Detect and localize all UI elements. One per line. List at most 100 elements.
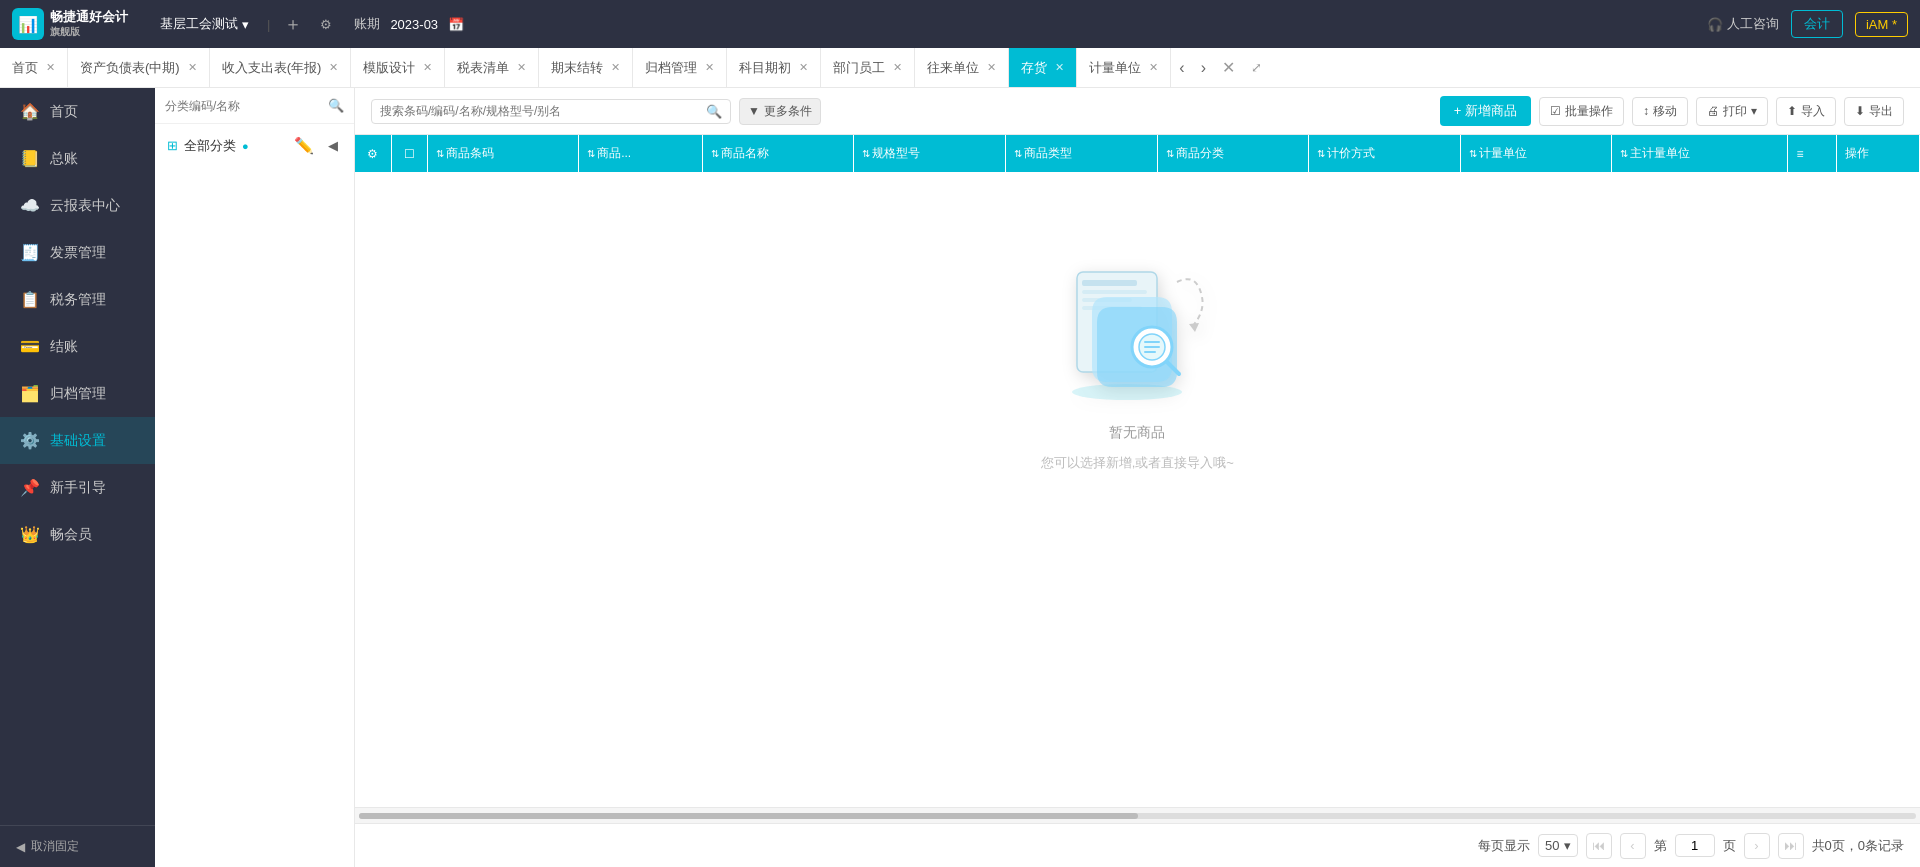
th-type[interactable]: ⇅商品类型 [1005, 135, 1157, 172]
tab-close-icon[interactable]: ✕ [611, 61, 620, 74]
tab-close-icon[interactable]: ✕ [799, 61, 808, 74]
horizontal-scrollbar[interactable] [355, 807, 1920, 823]
product-table: ⚙ ☐ ⇅商品条码 ⇅商品... ⇅商品名称 ⇅规格型号 ⇅商品类型 ⇅商品分类… [355, 135, 1920, 552]
tax-icon: 📋 [20, 290, 40, 309]
tab-inventory[interactable]: 存货 ✕ [1009, 48, 1077, 88]
iam-badge[interactable]: iAM * [1855, 12, 1908, 37]
tab-next-btn[interactable]: › [1193, 48, 1214, 88]
unfix-btn[interactable]: ◀ 取消固定 [16, 838, 139, 855]
filter-btn[interactable]: ▼ 更多条件 [739, 98, 821, 125]
print-dropdown-icon: ▾ [1751, 104, 1757, 118]
import-btn[interactable]: ⬆ 导入 [1776, 97, 1836, 126]
sidebar-item-home[interactable]: 🏠 首页 [0, 88, 155, 135]
tab-close-icon[interactable]: ✕ [423, 61, 432, 74]
calendar-icon[interactable]: 📅 [448, 17, 464, 32]
th-gear[interactable]: ⚙ [355, 135, 391, 172]
th-barcode[interactable]: ⇅商品条码 [427, 135, 579, 172]
tab-label: 期末结转 [551, 59, 603, 77]
sidebar-item-invoice[interactable]: 🧾 发票管理 [0, 229, 155, 276]
add-product-btn[interactable]: + 新增商品 [1440, 96, 1531, 126]
tab-close-icon[interactable]: ✕ [1149, 61, 1158, 74]
export-btn[interactable]: ⬇ 导出 [1844, 97, 1904, 126]
search-icon[interactable]: 🔍 [706, 104, 722, 119]
toolbar-right: + 新增商品 ☑ 批量操作 ↕ 移动 🖨 打印 ▾ [1440, 96, 1904, 126]
tab-label: 存货 [1021, 59, 1047, 77]
th-unit[interactable]: ⇅计量单位 [1460, 135, 1612, 172]
sidebar-item-reports[interactable]: ☁️ 云报表中心 [0, 182, 155, 229]
sidebar-item-label: 归档管理 [50, 385, 106, 403]
th-price-method[interactable]: ⇅计价方式 [1309, 135, 1461, 172]
print-btn[interactable]: 🖨 打印 ▾ [1696, 97, 1768, 126]
th-extra[interactable]: ≡ [1788, 135, 1837, 172]
collapse-icon[interactable]: ◀ [324, 134, 342, 157]
category-search-input[interactable] [165, 99, 322, 113]
tab-close-icon[interactable]: ✕ [188, 61, 197, 74]
batch-btn[interactable]: ☑ 批量操作 [1539, 97, 1624, 126]
tab-close-all-btn[interactable]: ✕ [1214, 48, 1243, 88]
company-selector[interactable]: 基层工会测试 ▾ [152, 11, 257, 37]
tab-subject[interactable]: 科目期初 ✕ [727, 48, 821, 88]
page-last-btn[interactable]: ⏭ [1778, 833, 1804, 859]
sidebar-item-settle[interactable]: 💳 结账 [0, 323, 155, 370]
th-category[interactable]: ⇅商品分类 [1157, 135, 1309, 172]
th-check[interactable]: ☐ [391, 135, 427, 172]
search-input[interactable] [380, 104, 700, 118]
sidebar: 🏠 首页 📒 总账 ☁️ 云报表中心 🧾 发票管理 📋 税务管理 💳 结账 🗂️… [0, 88, 155, 867]
page-first-btn[interactable]: ⏮ [1586, 833, 1612, 859]
home-icon: 🏠 [20, 102, 40, 121]
tab-balance[interactable]: 资产负债表(中期) ✕ [68, 48, 210, 88]
tab-close-icon[interactable]: ✕ [46, 61, 55, 74]
tab-close-icon[interactable]: ✕ [1055, 61, 1064, 74]
tab-archive[interactable]: 归档管理 ✕ [633, 48, 727, 88]
sidebar-item-tax[interactable]: 📋 税务管理 [0, 276, 155, 323]
tab-contacts[interactable]: 往来单位 ✕ [915, 48, 1009, 88]
scroll-thumb[interactable] [359, 813, 1138, 819]
tab-tax[interactable]: 税表清单 ✕ [445, 48, 539, 88]
sidebar-item-label: 总账 [50, 150, 78, 168]
header-settings-icon[interactable]: ⚙ [316, 13, 336, 36]
tab-units[interactable]: 计量单位 ✕ [1077, 48, 1171, 88]
th-name[interactable]: ⇅商品名称 [702, 135, 854, 172]
th-spec[interactable]: ⇅规格型号 [854, 135, 1006, 172]
sidebar-item-settings[interactable]: ⚙️ 基础设置 [0, 417, 155, 464]
move-btn[interactable]: ↕ 移动 [1632, 97, 1688, 126]
sidebar-item-label: 云报表中心 [50, 197, 120, 215]
headphone-icon: 🎧 [1707, 17, 1723, 32]
tab-income[interactable]: 收入支出表(年报) ✕ [210, 48, 352, 88]
sidebar-item-guide[interactable]: 📌 新手引导 [0, 464, 155, 511]
tab-home[interactable]: 首页 ✕ [0, 48, 68, 88]
header-add-btn[interactable]: ＋ [280, 8, 306, 40]
total-records: 共0页，0条记录 [1812, 837, 1904, 855]
th-code[interactable]: ⇅商品... [579, 135, 702, 172]
page-next-btn[interactable]: › [1744, 833, 1770, 859]
tab-close-icon[interactable]: ✕ [329, 61, 338, 74]
print-icon: 🖨 [1707, 104, 1719, 118]
tab-label: 收入支出表(年报) [222, 59, 322, 77]
tab-template[interactable]: 模版设计 ✕ [351, 48, 445, 88]
tab-close-icon[interactable]: ✕ [705, 61, 714, 74]
sidebar-item-archive[interactable]: 🗂️ 归档管理 [0, 370, 155, 417]
sidebar-item-ledger[interactable]: 📒 总账 [0, 135, 155, 182]
th-main-unit[interactable]: ⇅主计量单位 [1612, 135, 1788, 172]
page-label: 第 [1654, 837, 1667, 855]
page-size-select[interactable]: 50 ▾ [1538, 834, 1577, 857]
edit-icon[interactable]: ✏️ [294, 136, 314, 155]
tab-label: 部门员工 [833, 59, 885, 77]
account-btn[interactable]: 会计 [1791, 10, 1843, 38]
tab-department[interactable]: 部门员工 ✕ [821, 48, 915, 88]
tab-close-icon[interactable]: ✕ [987, 61, 996, 74]
tab-close-icon[interactable]: ✕ [517, 61, 526, 74]
scroll-track[interactable] [359, 813, 1916, 819]
tab-bar: 首页 ✕ 资产负债表(中期) ✕ 收入支出表(年报) ✕ 模版设计 ✕ 税表清单… [0, 48, 1920, 88]
all-categories[interactable]: ⊞ 全部分类 ● ✏️ ◀ [155, 124, 354, 167]
top-header: 📊 畅捷通好会计 旗舰版 基层工会测试 ▾ | ＋ ⚙ 账期 2023-03 📅… [0, 0, 1920, 48]
category-search-icon[interactable]: 🔍 [328, 98, 344, 113]
tab-close-icon[interactable]: ✕ [893, 61, 902, 74]
tab-prev-btn[interactable]: ‹ [1171, 48, 1192, 88]
help-btn[interactable]: 🎧 人工咨询 [1707, 15, 1779, 33]
tab-period-end[interactable]: 期末结转 ✕ [539, 48, 633, 88]
page-input[interactable] [1675, 834, 1715, 857]
page-prev-btn[interactable]: ‹ [1620, 833, 1646, 859]
tab-expand-btn[interactable]: ⤢ [1243, 48, 1270, 88]
sidebar-item-member[interactable]: 👑 畅会员 [0, 511, 155, 558]
